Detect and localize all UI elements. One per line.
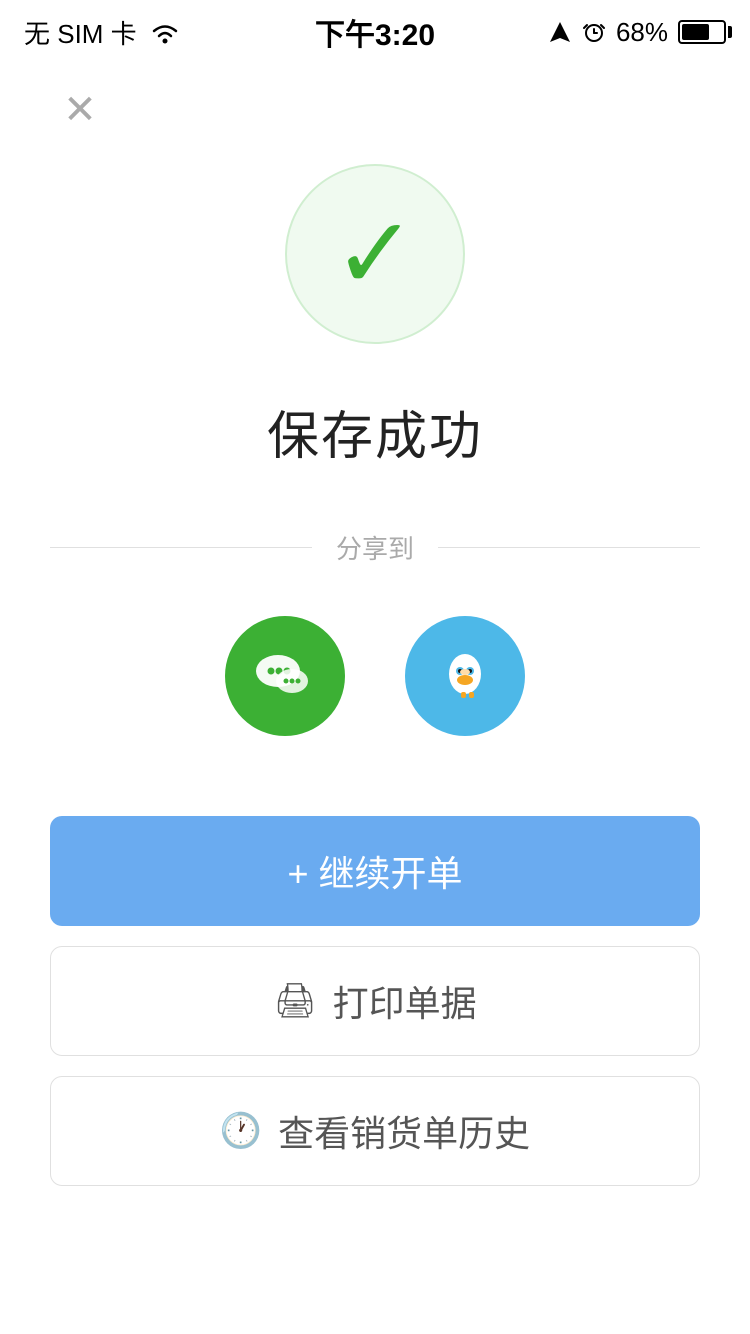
battery-icon bbox=[678, 20, 726, 44]
continue-button[interactable]: + 继续开单 bbox=[50, 816, 700, 926]
status-left: 无 SIM 卡 bbox=[24, 14, 181, 51]
no-sim-text: 无 SIM 卡 bbox=[24, 14, 137, 51]
wifi-icon bbox=[149, 19, 181, 45]
history-button[interactable]: 🕐 查看销货单历史 bbox=[50, 1076, 700, 1186]
action-buttons: + 继续开单 🖨 打印单据 🕐 查看销货单历史 bbox=[0, 816, 750, 1186]
status-time: 下午3:20 bbox=[315, 10, 435, 54]
share-label: 分享到 bbox=[312, 529, 438, 566]
print-label: 打印单据 bbox=[333, 975, 477, 1027]
wechat-icon bbox=[250, 641, 320, 711]
divider-right bbox=[438, 547, 700, 548]
alarm-icon bbox=[582, 20, 606, 44]
print-icon: 🖨 bbox=[273, 981, 316, 1021]
close-icon: ✕ bbox=[63, 90, 97, 130]
qq-share-button[interactable] bbox=[405, 616, 525, 736]
status-right: 68% bbox=[548, 17, 726, 48]
share-divider: 分享到 bbox=[0, 529, 750, 566]
status-bar: 无 SIM 卡 下午3:20 68% bbox=[0, 0, 750, 64]
wechat-share-button[interactable] bbox=[225, 616, 345, 736]
success-title: 保存成功 bbox=[267, 394, 483, 469]
success-circle: ✓ bbox=[285, 164, 465, 344]
print-button[interactable]: 🖨 打印单据 bbox=[50, 946, 700, 1056]
battery-percent: 68% bbox=[616, 17, 668, 48]
share-icons bbox=[225, 616, 525, 736]
close-button[interactable]: ✕ bbox=[50, 80, 110, 140]
main-content: ✓ 保存成功 分享到 bbox=[0, 64, 750, 1186]
checkmark-icon: ✓ bbox=[333, 204, 417, 304]
location-icon bbox=[548, 20, 572, 44]
battery-fill bbox=[682, 24, 709, 40]
qq-icon bbox=[433, 644, 498, 709]
divider-left bbox=[50, 547, 312, 548]
history-label: 查看销货单历史 bbox=[278, 1105, 530, 1157]
history-icon: 🕐 bbox=[220, 1111, 262, 1151]
